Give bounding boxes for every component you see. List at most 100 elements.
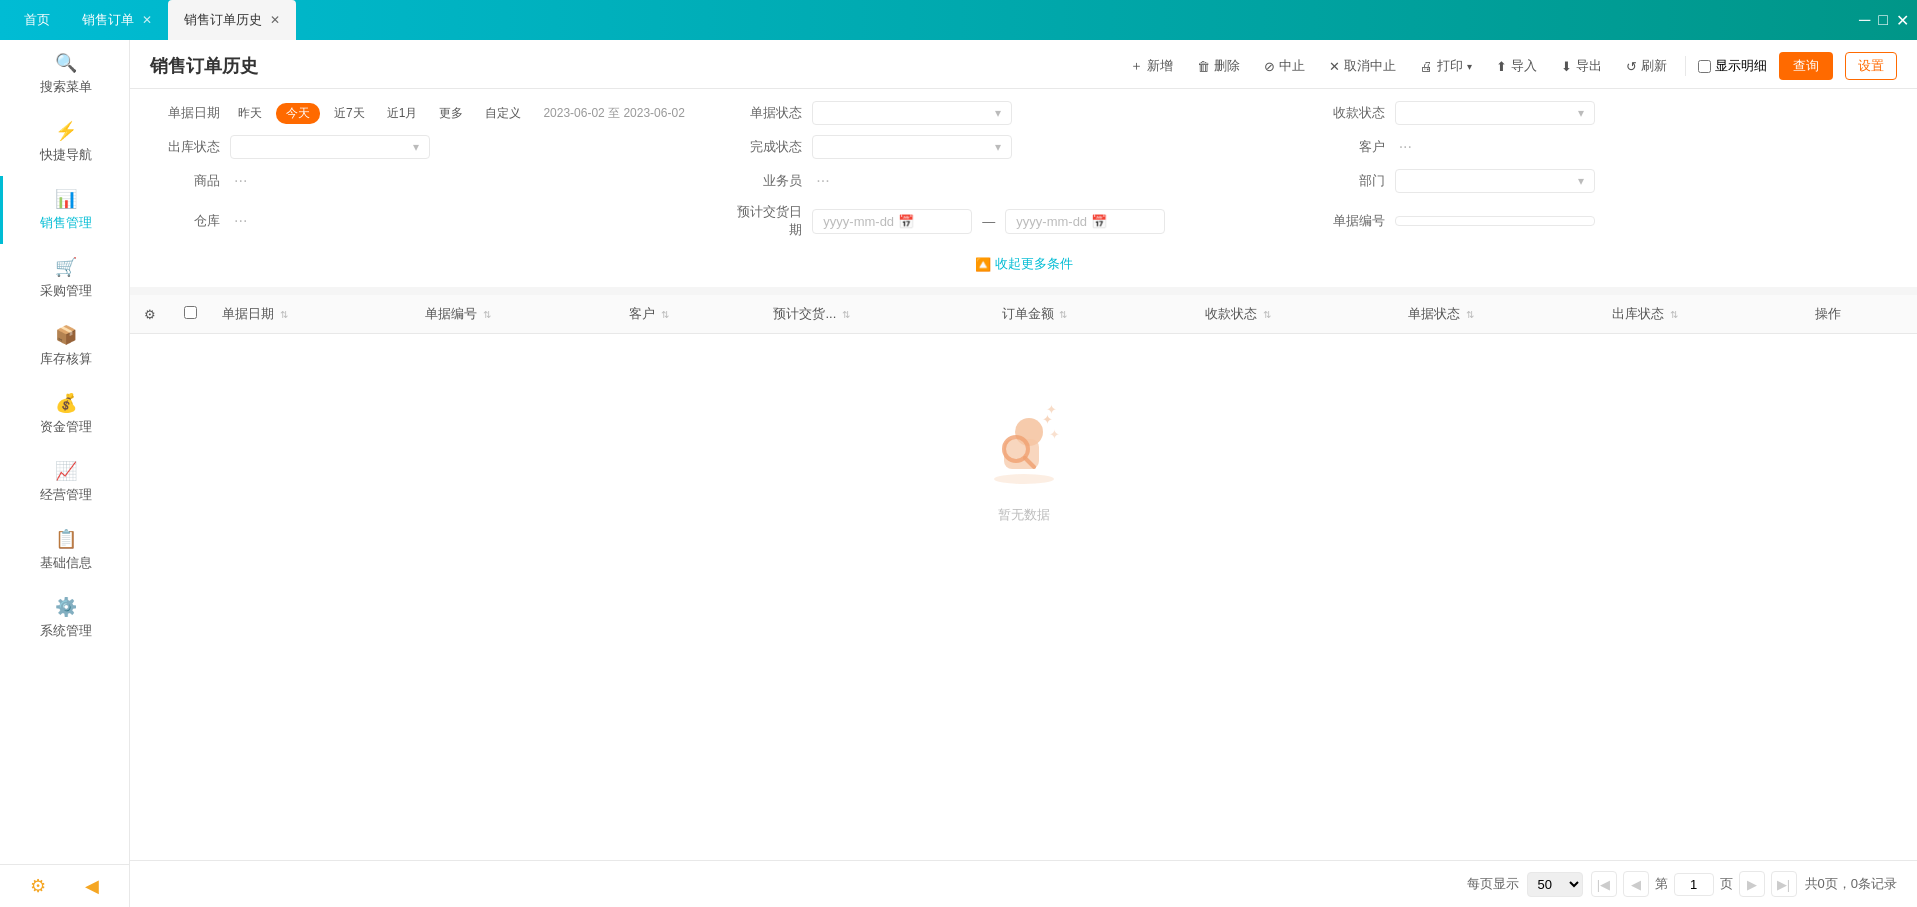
sidebar-item-sales[interactable]: 📊 销售管理 <box>0 176 129 244</box>
next-page-button[interactable]: ▶ <box>1739 871 1765 897</box>
query-button[interactable]: 查询 <box>1779 52 1833 80</box>
sidebar-item-purchase[interactable]: 🛒 采购管理 <box>0 244 129 312</box>
warehouse-status-select[interactable]: ▾ <box>230 135 430 159</box>
quick-nav-icon: ⚡ <box>55 120 77 142</box>
product-label: 商品 <box>150 172 230 190</box>
tab-home[interactable]: 首页 <box>8 0 66 40</box>
expected-date-from[interactable]: yyyy-mm-dd 📅 <box>812 209 972 234</box>
last-page-button[interactable]: ▶| <box>1771 871 1797 897</box>
page-title: 销售订单历史 <box>150 54 258 78</box>
minimize-button[interactable]: ─ <box>1859 11 1870 29</box>
col-payment-status[interactable]: 收款状态 ⇅ <box>1193 295 1396 334</box>
display-detail-checkbox[interactable] <box>1698 60 1711 73</box>
collapse-more-label: 收起更多条件 <box>995 255 1073 273</box>
close-tab-sales-order-history[interactable]: ✕ <box>270 13 280 27</box>
col-payment-status-sort-icon: ⇅ <box>1263 309 1271 320</box>
table-settings-cell[interactable]: ⚙ <box>130 295 170 334</box>
new-button[interactable]: ＋ 新增 <box>1124 53 1179 79</box>
sidebar-item-finance[interactable]: 💰 资金管理 <box>0 380 129 448</box>
svg-point-2 <box>1015 418 1043 446</box>
col-order-no-label: 单据编号 <box>425 306 477 321</box>
main-layout: 🔍 搜索菜单 ⚡ 快捷导航 📊 销售管理 🛒 采购管理 📦 库存核算 💰 资金管… <box>0 40 1917 907</box>
total-info: 共0页，0条记录 <box>1805 875 1897 893</box>
payment-status-dropdown-icon: ▾ <box>1578 106 1584 120</box>
date-btn-more[interactable]: 更多 <box>431 103 471 124</box>
stop-button[interactable]: ⊘ 中止 <box>1258 53 1311 79</box>
refresh-icon: ↺ <box>1626 59 1637 74</box>
sidebar-item-base-info[interactable]: 📋 基础信息 <box>0 516 129 584</box>
system-icon: ⚙️ <box>55 596 77 618</box>
page-size-select[interactable]: 20 50 100 <box>1527 872 1583 897</box>
complete-status-select[interactable]: ▾ <box>812 135 1012 159</box>
sidebar-item-inventory[interactable]: 📦 库存核算 <box>0 312 129 380</box>
display-detail-toggle[interactable]: 显示明细 <box>1698 57 1767 75</box>
print-label: 打印 <box>1437 57 1463 75</box>
first-page-button[interactable]: |◀ <box>1591 871 1617 897</box>
prev-page-button[interactable]: ◀ <box>1623 871 1649 897</box>
customer-label: 客户 <box>1315 138 1395 156</box>
calendar-to-icon[interactable]: 📅 <box>1091 214 1107 229</box>
tab-sales-order[interactable]: 销售订单 ✕ <box>66 0 168 40</box>
col-date[interactable]: 单据日期 ⇅ <box>210 295 413 334</box>
col-order-status[interactable]: 单据状态 ⇅ <box>1396 295 1599 334</box>
date-to-placeholder: yyyy-mm-dd <box>1016 214 1087 229</box>
col-customer[interactable]: 客户 ⇅ <box>617 295 761 334</box>
settings-label: 设置 <box>1858 57 1884 75</box>
complete-status-dropdown-icon: ▾ <box>995 140 1001 154</box>
delete-button[interactable]: 🗑 删除 <box>1191 53 1246 79</box>
cancel-stop-button[interactable]: ✕ 取消中止 <box>1323 53 1402 79</box>
close-tab-sales-order[interactable]: ✕ <box>142 13 152 27</box>
tab-sales-order-history[interactable]: 销售订单历史 ✕ <box>168 0 296 40</box>
export-button[interactable]: ⬇ 导出 <box>1555 53 1608 79</box>
col-warehouse-status[interactable]: 出库状态 ⇅ <box>1600 295 1803 334</box>
import-button[interactable]: ⬆ 导入 <box>1490 53 1543 79</box>
col-expected-date[interactable]: 预计交货... ⇅ <box>761 295 989 334</box>
sidebar-item-search[interactable]: 🔍 搜索菜单 <box>0 40 129 108</box>
export-label: 导出 <box>1576 57 1602 75</box>
order-no-input[interactable] <box>1395 216 1595 226</box>
sidebar-bottom: ⚙ ◀ <box>0 864 129 907</box>
sidebar-item-system[interactable]: ⚙️ 系统管理 <box>0 584 129 652</box>
date-btn-1month[interactable]: 近1月 <box>379 103 426 124</box>
date-btn-yesterday[interactable]: 昨天 <box>230 103 270 124</box>
sidebar-item-quick-nav[interactable]: ⚡ 快捷导航 <box>0 108 129 176</box>
sidebar-settings-button[interactable]: ⚙ <box>30 875 46 897</box>
payment-status-select[interactable]: ▾ <box>1395 101 1595 125</box>
dept-dropdown-icon: ▾ <box>1578 174 1584 188</box>
order-status-select[interactable]: ▾ <box>812 101 1012 125</box>
page-number-input[interactable] <box>1674 873 1714 896</box>
filter-row-4: 仓库 ··· 预计交货日期 yyyy-mm-dd 📅 — yyyy-mm-dd … <box>150 203 1897 239</box>
warehouse-status-dropdown-icon: ▾ <box>413 140 419 154</box>
order-no-filter <box>1395 216 1897 226</box>
date-btn-today[interactable]: 今天 <box>276 103 320 124</box>
finance-icon: 💰 <box>55 392 77 414</box>
maximize-button[interactable]: □ <box>1878 11 1888 29</box>
sidebar-collapse-button[interactable]: ◀ <box>85 875 99 897</box>
sidebar-item-base-info-label: 基础信息 <box>40 554 92 572</box>
close-window-button[interactable]: ✕ <box>1896 11 1909 30</box>
select-all-checkbox[interactable] <box>184 306 197 319</box>
calendar-from-icon[interactable]: 📅 <box>898 214 914 229</box>
warehouse-ellipsis[interactable]: ··· <box>230 212 251 230</box>
table-checkbox-header[interactable] <box>170 295 210 334</box>
refresh-button[interactable]: ↺ 刷新 <box>1620 53 1673 79</box>
sidebar-item-operations[interactable]: 📈 经营管理 <box>0 448 129 516</box>
settings-button[interactable]: 设置 <box>1845 52 1897 80</box>
expected-date-to[interactable]: yyyy-mm-dd 📅 <box>1005 209 1165 234</box>
collapse-more-button[interactable]: 🔼 收起更多条件 <box>150 249 1897 275</box>
customer-ellipsis[interactable]: ··· <box>1395 138 1416 156</box>
date-btn-7days[interactable]: 近7天 <box>326 103 373 124</box>
product-ellipsis[interactable]: ··· <box>230 172 251 190</box>
new-label: 新增 <box>1147 57 1173 75</box>
print-button[interactable]: 🖨 打印 ▾ <box>1414 53 1478 79</box>
page-label: 页 <box>1720 875 1733 893</box>
sidebar-item-quick-nav-label: 快捷导航 <box>40 146 92 164</box>
col-order-no[interactable]: 单据编号 ⇅ <box>413 295 616 334</box>
sales-ellipsis[interactable]: ··· <box>812 172 833 190</box>
top-bar: 首页 销售订单 ✕ 销售订单历史 ✕ ─ □ ✕ <box>0 0 1917 40</box>
refresh-label: 刷新 <box>1641 57 1667 75</box>
sales-label: 业务员 <box>732 172 812 190</box>
col-amount[interactable]: 订单金额 ⇅ <box>990 295 1193 334</box>
date-btn-custom[interactable]: 自定义 <box>477 103 529 124</box>
dept-select[interactable]: ▾ <box>1395 169 1595 193</box>
